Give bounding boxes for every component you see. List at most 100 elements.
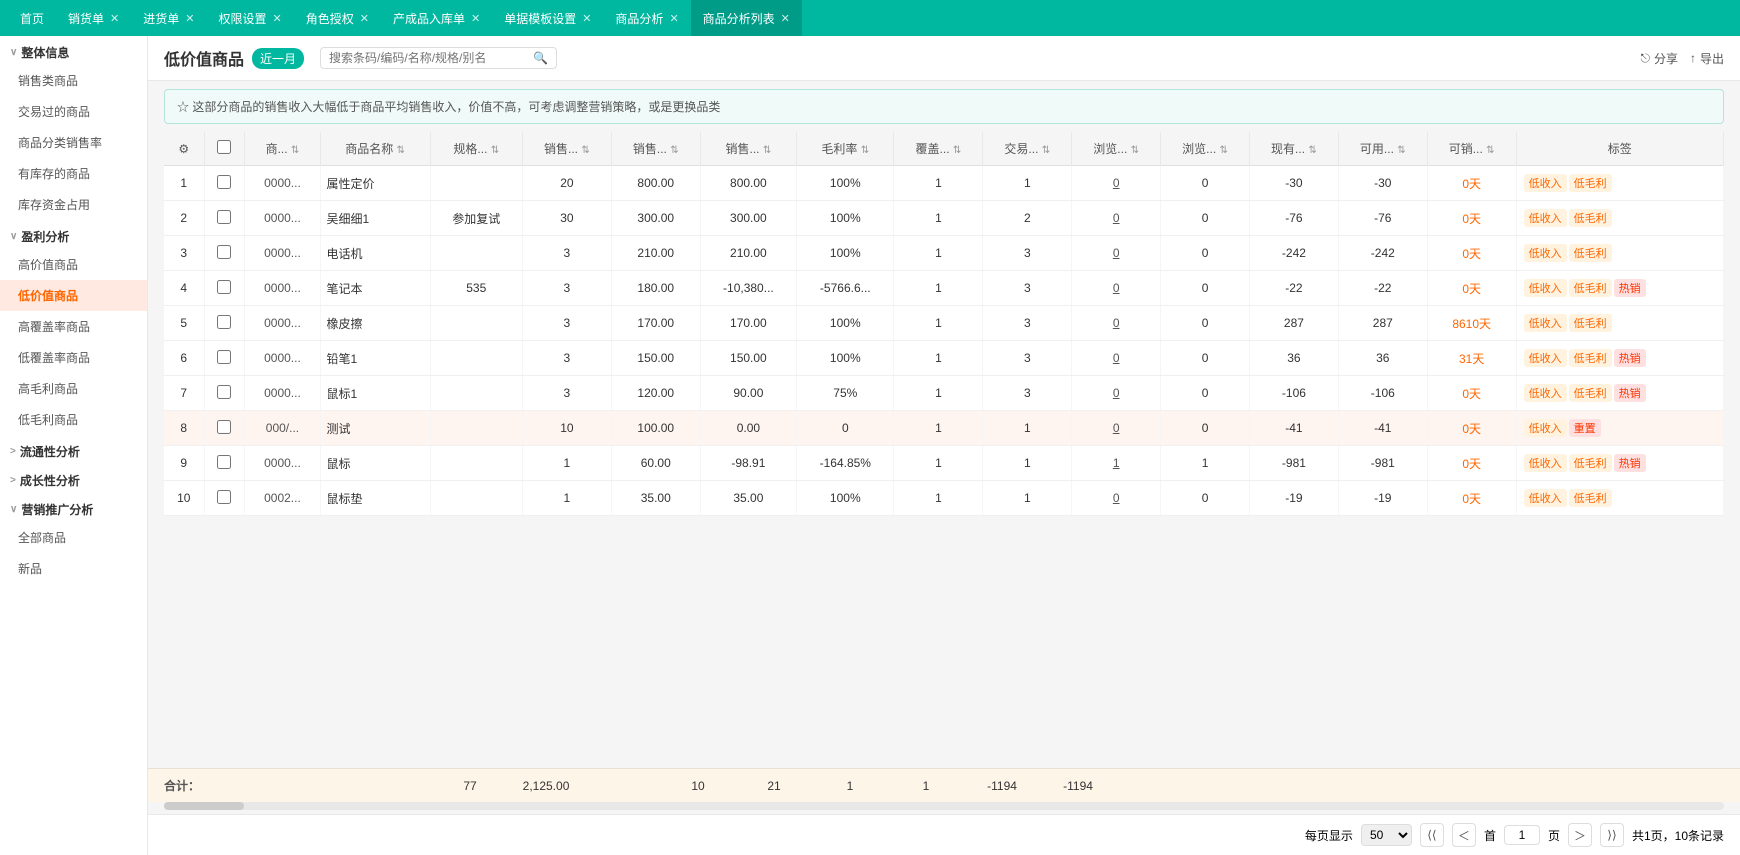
row-browse1[interactable]: 1 bbox=[1072, 446, 1161, 481]
row-checkbox[interactable] bbox=[204, 341, 245, 376]
row-browse1[interactable]: 0 bbox=[1072, 481, 1161, 516]
sidebar-item-low-coverage[interactable]: 低覆盖率商品 bbox=[0, 342, 147, 373]
nav-close-icon[interactable]: ✕ bbox=[781, 12, 790, 25]
page-first-btn[interactable]: ⟨⟨ bbox=[1420, 823, 1444, 847]
export-button[interactable]: ↑ 导出 bbox=[1690, 50, 1724, 67]
col-gear[interactable]: ⚙ bbox=[164, 132, 204, 166]
row-select-checkbox[interactable] bbox=[217, 385, 231, 399]
row-select-checkbox[interactable] bbox=[217, 455, 231, 469]
browse1-value[interactable]: 0 bbox=[1113, 351, 1120, 365]
nav-close-icon[interactable]: ✕ bbox=[273, 12, 282, 25]
row-checkbox[interactable] bbox=[204, 446, 245, 481]
row-select-checkbox[interactable] bbox=[217, 420, 231, 434]
sidebar-item-high-value[interactable]: 高价值商品 bbox=[0, 249, 147, 280]
col-browse2-header[interactable]: 浏览... ⇅ bbox=[1161, 132, 1250, 166]
sidebar-item-stock-capital[interactable]: 库存资金占用 bbox=[0, 189, 147, 220]
row-browse1[interactable]: 0 bbox=[1072, 306, 1161, 341]
row-browse1[interactable]: 0 bbox=[1072, 271, 1161, 306]
search-input[interactable] bbox=[329, 51, 529, 65]
browse1-value[interactable]: 0 bbox=[1113, 211, 1120, 225]
row-checkbox[interactable] bbox=[204, 481, 245, 516]
sidebar-group-marketing[interactable]: ∨ 营销推广分析 bbox=[0, 493, 147, 522]
col-name-header[interactable]: 商品名称 ⇅ bbox=[320, 132, 430, 166]
row-checkbox[interactable] bbox=[204, 166, 245, 201]
row-checkbox[interactable] bbox=[204, 201, 245, 236]
col-sale1-header[interactable]: 销售... ⇅ bbox=[522, 132, 611, 166]
sidebar-item-sales-goods[interactable]: 销售类商品 bbox=[0, 65, 147, 96]
nav-sales-order[interactable]: 销货单 ✕ bbox=[56, 0, 131, 36]
col-stock1-header[interactable]: 现有... ⇅ bbox=[1249, 132, 1338, 166]
browse1-value[interactable]: 0 bbox=[1113, 491, 1120, 505]
horizontal-scrollbar[interactable] bbox=[164, 802, 1724, 810]
browse1-value[interactable]: 0 bbox=[1113, 246, 1120, 260]
browse1-value[interactable]: 1 bbox=[1113, 456, 1120, 470]
page-last-btn[interactable]: ⟩⟩ bbox=[1600, 823, 1624, 847]
row-browse1[interactable]: 0 bbox=[1072, 201, 1161, 236]
nav-close-icon[interactable]: ✕ bbox=[110, 12, 119, 25]
page-size-select[interactable]: 50 100 200 bbox=[1361, 824, 1412, 846]
sidebar-item-category-sales-rate[interactable]: 商品分类销售率 bbox=[0, 127, 147, 158]
row-checkbox[interactable] bbox=[204, 236, 245, 271]
row-browse1[interactable]: 0 bbox=[1072, 166, 1161, 201]
nav-product-analysis[interactable]: 商品分析 ✕ bbox=[603, 0, 690, 36]
row-browse1[interactable]: 0 bbox=[1072, 376, 1161, 411]
share-button[interactable]: ⎋ 分享 bbox=[1640, 50, 1678, 67]
sidebar-item-low-value[interactable]: 低价值商品 bbox=[0, 280, 147, 311]
row-browse1[interactable]: 0 bbox=[1072, 341, 1161, 376]
row-browse1[interactable]: 0 bbox=[1072, 236, 1161, 271]
sidebar-item-high-coverage[interactable]: 高覆盖率商品 bbox=[0, 311, 147, 342]
col-cover-header[interactable]: 覆盖... ⇅ bbox=[894, 132, 983, 166]
col-margin-header[interactable]: 毛利率 ⇅ bbox=[797, 132, 894, 166]
row-select-checkbox[interactable] bbox=[217, 210, 231, 224]
sidebar-group-liquidity[interactable]: > 流通性分析 bbox=[0, 435, 147, 464]
nav-close-icon[interactable]: ✕ bbox=[360, 12, 369, 25]
nav-close-icon[interactable]: ✕ bbox=[669, 12, 678, 25]
gear-icon[interactable]: ⚙ bbox=[178, 142, 189, 156]
nav-close-icon[interactable]: ✕ bbox=[582, 12, 591, 25]
nav-permission[interactable]: 权限设置 ✕ bbox=[206, 0, 293, 36]
col-trade-header[interactable]: 交易... ⇅ bbox=[983, 132, 1072, 166]
nav-product-analysis-list[interactable]: 商品分析列表 ✕ bbox=[691, 0, 802, 36]
row-checkbox[interactable] bbox=[204, 306, 245, 341]
row-select-checkbox[interactable] bbox=[217, 350, 231, 364]
sidebar-group-growth[interactable]: > 成长性分析 bbox=[0, 464, 147, 493]
search-icon[interactable]: 🔍 bbox=[533, 51, 548, 65]
row-select-checkbox[interactable] bbox=[217, 245, 231, 259]
col-spec-header[interactable]: 规格... ⇅ bbox=[430, 132, 522, 166]
nav-role-auth[interactable]: 角色授权 ✕ bbox=[294, 0, 381, 36]
page-prev-btn[interactable]: ＜ bbox=[1452, 823, 1476, 847]
row-browse1[interactable]: 0 bbox=[1072, 411, 1161, 446]
nav-product-stock[interactable]: 产成品入库单 ✕ bbox=[381, 0, 492, 36]
sidebar-item-low-margin[interactable]: 低毛利商品 bbox=[0, 404, 147, 435]
row-select-checkbox[interactable] bbox=[217, 490, 231, 504]
col-sale3-header[interactable]: 销售... ⇅ bbox=[700, 132, 796, 166]
nav-template-settings[interactable]: 单据模板设置 ✕ bbox=[492, 0, 603, 36]
row-select-checkbox[interactable] bbox=[217, 280, 231, 294]
sidebar-item-stock-goods[interactable]: 有库存的商品 bbox=[0, 158, 147, 189]
browse1-value[interactable]: 0 bbox=[1113, 316, 1120, 330]
sidebar-group-profit[interactable]: ∨ 盈利分析 bbox=[0, 220, 147, 249]
row-select-checkbox[interactable] bbox=[217, 175, 231, 189]
sidebar-item-traded-goods[interactable]: 交易过的商品 bbox=[0, 96, 147, 127]
nav-purchase-order[interactable]: 进货单 ✕ bbox=[131, 0, 206, 36]
col-code-header[interactable]: 商... ⇅ bbox=[245, 132, 320, 166]
select-all-checkbox[interactable] bbox=[217, 140, 231, 154]
row-select-checkbox[interactable] bbox=[217, 315, 231, 329]
page-next-btn[interactable]: ＞ bbox=[1568, 823, 1592, 847]
col-saleable-header[interactable]: 可销... ⇅ bbox=[1427, 132, 1516, 166]
sidebar-item-new-goods[interactable]: 新品 bbox=[0, 553, 147, 584]
row-checkbox[interactable] bbox=[204, 271, 245, 306]
table-container[interactable]: ⚙ 商... ⇅ 商品名称 ⇅ 规格... ⇅ 销售... ⇅ 销售... ⇅ … bbox=[148, 132, 1740, 768]
nav-close-icon[interactable]: ✕ bbox=[471, 12, 480, 25]
browse1-value[interactable]: 0 bbox=[1113, 386, 1120, 400]
page-input[interactable] bbox=[1504, 825, 1540, 845]
sidebar-item-all-goods[interactable]: 全部商品 bbox=[0, 522, 147, 553]
sidebar-group-overview[interactable]: ∨ 整体信息 bbox=[0, 36, 147, 65]
col-browse1-header[interactable]: 浏览... ⇅ bbox=[1072, 132, 1161, 166]
browse1-value[interactable]: 0 bbox=[1113, 281, 1120, 295]
browse1-value[interactable]: 0 bbox=[1113, 176, 1120, 190]
nav-home[interactable]: 首页 bbox=[8, 0, 56, 36]
sidebar-item-high-margin[interactable]: 高毛利商品 bbox=[0, 373, 147, 404]
time-badge[interactable]: 近一月 bbox=[252, 48, 304, 69]
row-checkbox[interactable] bbox=[204, 376, 245, 411]
